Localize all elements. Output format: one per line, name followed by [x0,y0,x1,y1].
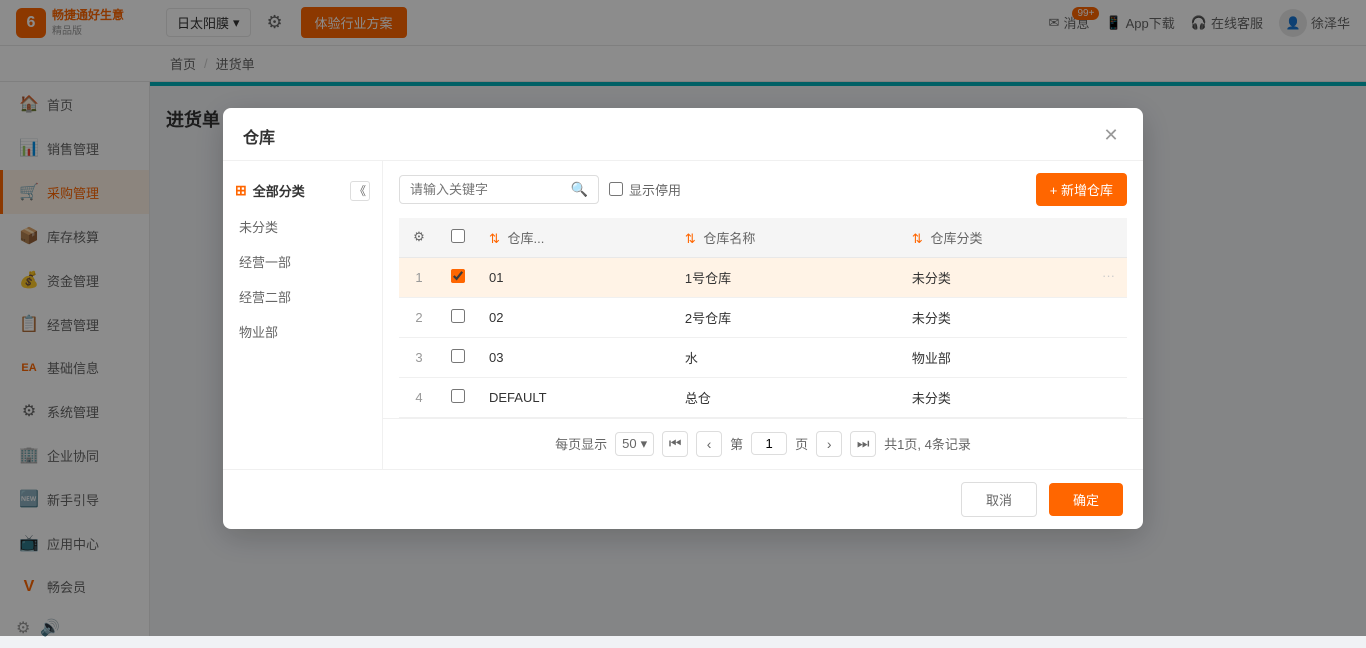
more-icon[interactable]: ··· [1102,268,1115,283]
show-disabled-label: 显示停用 [609,180,681,199]
row-num: 2 [399,297,439,337]
search-icon[interactable]: 🔍 [571,181,588,198]
page-input[interactable] [751,432,787,455]
cancel-button[interactable]: 取消 [961,482,1037,517]
category-header: ⊞ 全部分类 《 [223,173,382,209]
page-label: 第 [730,434,743,453]
cat-item-dept2[interactable]: 经营二部 [223,279,382,314]
add-warehouse-button[interactable]: + 新增仓库 [1036,173,1127,206]
dialog-right-panel: 🔍 显示停用 + 新增仓库 [383,161,1143,469]
row-category: 未分类··· [900,257,1127,297]
dialog-title: 仓库 [243,124,275,148]
row-code: 01 [477,257,673,297]
table-row[interactable]: 2 02 2号仓库 未分类 [399,297,1127,337]
row-category: 未分类 [900,377,1127,417]
select-all-checkbox[interactable] [451,229,465,243]
col-settings: ⚙ [399,218,439,258]
settings-col-icon[interactable]: ⚙ [413,229,425,244]
row-name: 2号仓库 [673,297,900,337]
col-code: ⇅ 仓库... [477,218,673,258]
row-checkbox[interactable] [439,337,477,377]
total-info: 共1页, 4条记录 [884,434,971,453]
all-categories-btn[interactable]: ⊞ 全部分类 [235,181,305,200]
dialog-overlay: 仓库 ✕ ⊞ 全部分类 《 未分类 经营一部 [0,0,1366,636]
dialog-close-button[interactable]: ✕ [1099,124,1123,148]
next-page-button[interactable]: › [816,431,842,457]
row-num: 3 [399,337,439,377]
warehouse-dialog: 仓库 ✕ ⊞ 全部分类 《 未分类 经营一部 [223,108,1143,529]
dialog-footer: 取消 确定 [223,469,1143,529]
row-category: 物业部 [900,337,1127,377]
row-num: 1 [399,257,439,297]
row-name: 总仓 [673,377,900,417]
cat-item-property[interactable]: 物业部 [223,314,382,349]
search-input[interactable] [410,182,565,197]
row-code: DEFAULT [477,377,673,417]
page-unit-label: 页 [795,434,808,453]
dialog-toolbar: 🔍 显示停用 + 新增仓库 [383,161,1143,218]
per-page-label: 每页显示 [555,434,607,453]
sort-icon-name: ⇅ [685,231,696,246]
dialog-body: ⊞ 全部分类 《 未分类 经营一部 经营二部 物业部 [223,161,1143,469]
row-category: 未分类 [900,297,1127,337]
table-row[interactable]: 1 01 1号仓库 未分类··· [399,257,1127,297]
cat-item-uncat[interactable]: 未分类 [223,209,382,244]
col-checkbox [439,218,477,258]
col-name: ⇅ 仓库名称 [673,218,900,258]
confirm-button[interactable]: 确定 [1049,483,1123,516]
pagination: 每页显示 50 ▾ ⏮ ‹ 第 页 › ⏭ 共1页, 4条记录 [383,418,1143,469]
category-sidebar: ⊞ 全部分类 《 未分类 经营一部 经营二部 物业部 [223,161,383,469]
page-size-value: 50 [622,436,636,451]
all-categories-label: 全部分类 [253,181,305,200]
prev-page-button[interactable]: ‹ [696,431,722,457]
table-row[interactable]: 3 03 水 物业部 [399,337,1127,377]
row-checkbox[interactable] [439,257,477,297]
last-page-button[interactable]: ⏭ [850,431,876,457]
row-checkbox[interactable] [439,297,477,337]
chevron-down-icon: ▾ [641,436,648,452]
row-code: 02 [477,297,673,337]
sort-icon: ⇅ [489,231,500,246]
row-code: 03 [477,337,673,377]
row-num: 4 [399,377,439,417]
row-checkbox[interactable] [439,377,477,417]
search-box: 🔍 [399,175,599,204]
cat-item-dept1[interactable]: 经营一部 [223,244,382,279]
sort-icon-cat: ⇅ [912,231,923,246]
grid-icon: ⊞ [235,182,247,199]
table-row[interactable]: 4 DEFAULT 总仓 未分类 [399,377,1127,417]
row-name: 1号仓库 [673,257,900,297]
collapse-button[interactable]: 《 [350,181,370,201]
col-category: ⇅ 仓库分类 [900,218,1127,258]
dialog-header: 仓库 ✕ [223,108,1143,161]
warehouse-table: ⚙ ⇅ 仓库... ⇅ [399,218,1127,418]
first-page-button[interactable]: ⏮ [662,431,688,457]
show-disabled-checkbox[interactable] [609,182,623,196]
warehouse-table-container: ⚙ ⇅ 仓库... ⇅ [383,218,1143,418]
row-name: 水 [673,337,900,377]
page-size-select[interactable]: 50 ▾ [615,432,654,456]
